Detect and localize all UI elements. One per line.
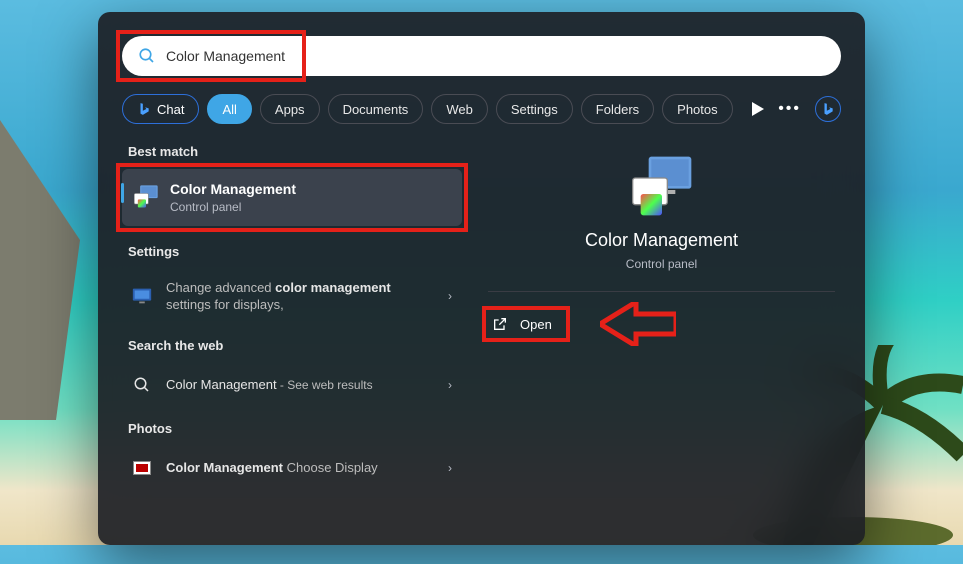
divider [488,291,835,292]
web-label: Web [446,102,473,117]
photos-result-item[interactable]: Color Management Choose Display › [122,446,462,490]
photos-result-text: Color Management Choose Display [166,459,454,477]
preview-title: Color Management [482,230,841,251]
chevron-right-icon: › [448,289,452,303]
all-label: All [222,102,236,117]
play-icon[interactable] [752,102,764,116]
search-bar[interactable] [122,36,841,76]
open-external-icon [492,316,508,332]
apps-label: Apps [275,102,305,117]
section-best-match: Best match [128,144,462,159]
search-icon [130,373,154,397]
bing-logo-icon [821,102,835,116]
folders-tab[interactable]: Folders [581,94,654,124]
search-input[interactable] [166,48,825,64]
all-tab[interactable]: All [207,94,251,124]
photos-label: Photos [677,102,717,117]
bing-chat-button[interactable] [815,96,841,122]
documents-tab[interactable]: Documents [328,94,424,124]
best-match-item[interactable]: Color Management Control panel [122,169,462,226]
open-action[interactable]: Open [482,308,841,340]
preview-pane: Color Management Control panel Open [482,144,841,564]
settings-result-text: Change advanced color management setting… [166,279,454,314]
web-result-text: Color Management - See web results [166,376,454,394]
chevron-right-icon: › [448,461,452,475]
documents-label: Documents [343,102,409,117]
web-result-item[interactable]: Color Management - See web results › [122,363,462,407]
more-icon[interactable]: ••• [778,100,801,118]
chat-label: Chat [157,102,184,117]
color-management-icon [132,183,160,211]
best-match-subtitle: Control panel [170,200,296,214]
selection-indicator [121,183,124,203]
settings-tab[interactable]: Settings [496,94,573,124]
open-label: Open [520,317,552,332]
best-match-title: Color Management [170,181,296,198]
search-icon [138,47,156,65]
section-settings: Settings [128,244,462,259]
display-settings-icon [130,284,154,308]
color-management-icon [630,154,694,218]
results-column: Best match Color Management Control pane… [122,144,462,564]
photos-tab[interactable]: Photos [662,94,732,124]
apps-tab[interactable]: Apps [260,94,320,124]
settings-result-item[interactable]: Change advanced color management setting… [122,269,462,324]
chevron-right-icon: › [448,378,452,392]
photo-thumbnail-icon [130,456,154,480]
start-search-panel: Chat All Apps Documents Web Settings Fol… [98,12,865,545]
folders-label: Folders [596,102,639,117]
bing-icon [137,102,151,116]
settings-label: Settings [511,102,558,117]
chat-tab[interactable]: Chat [122,94,199,124]
preview-subtitle: Control panel [482,257,841,271]
section-search-web: Search the web [128,338,462,353]
filter-tabs: Chat All Apps Documents Web Settings Fol… [122,94,841,124]
web-tab[interactable]: Web [431,94,488,124]
section-photos: Photos [128,421,462,436]
